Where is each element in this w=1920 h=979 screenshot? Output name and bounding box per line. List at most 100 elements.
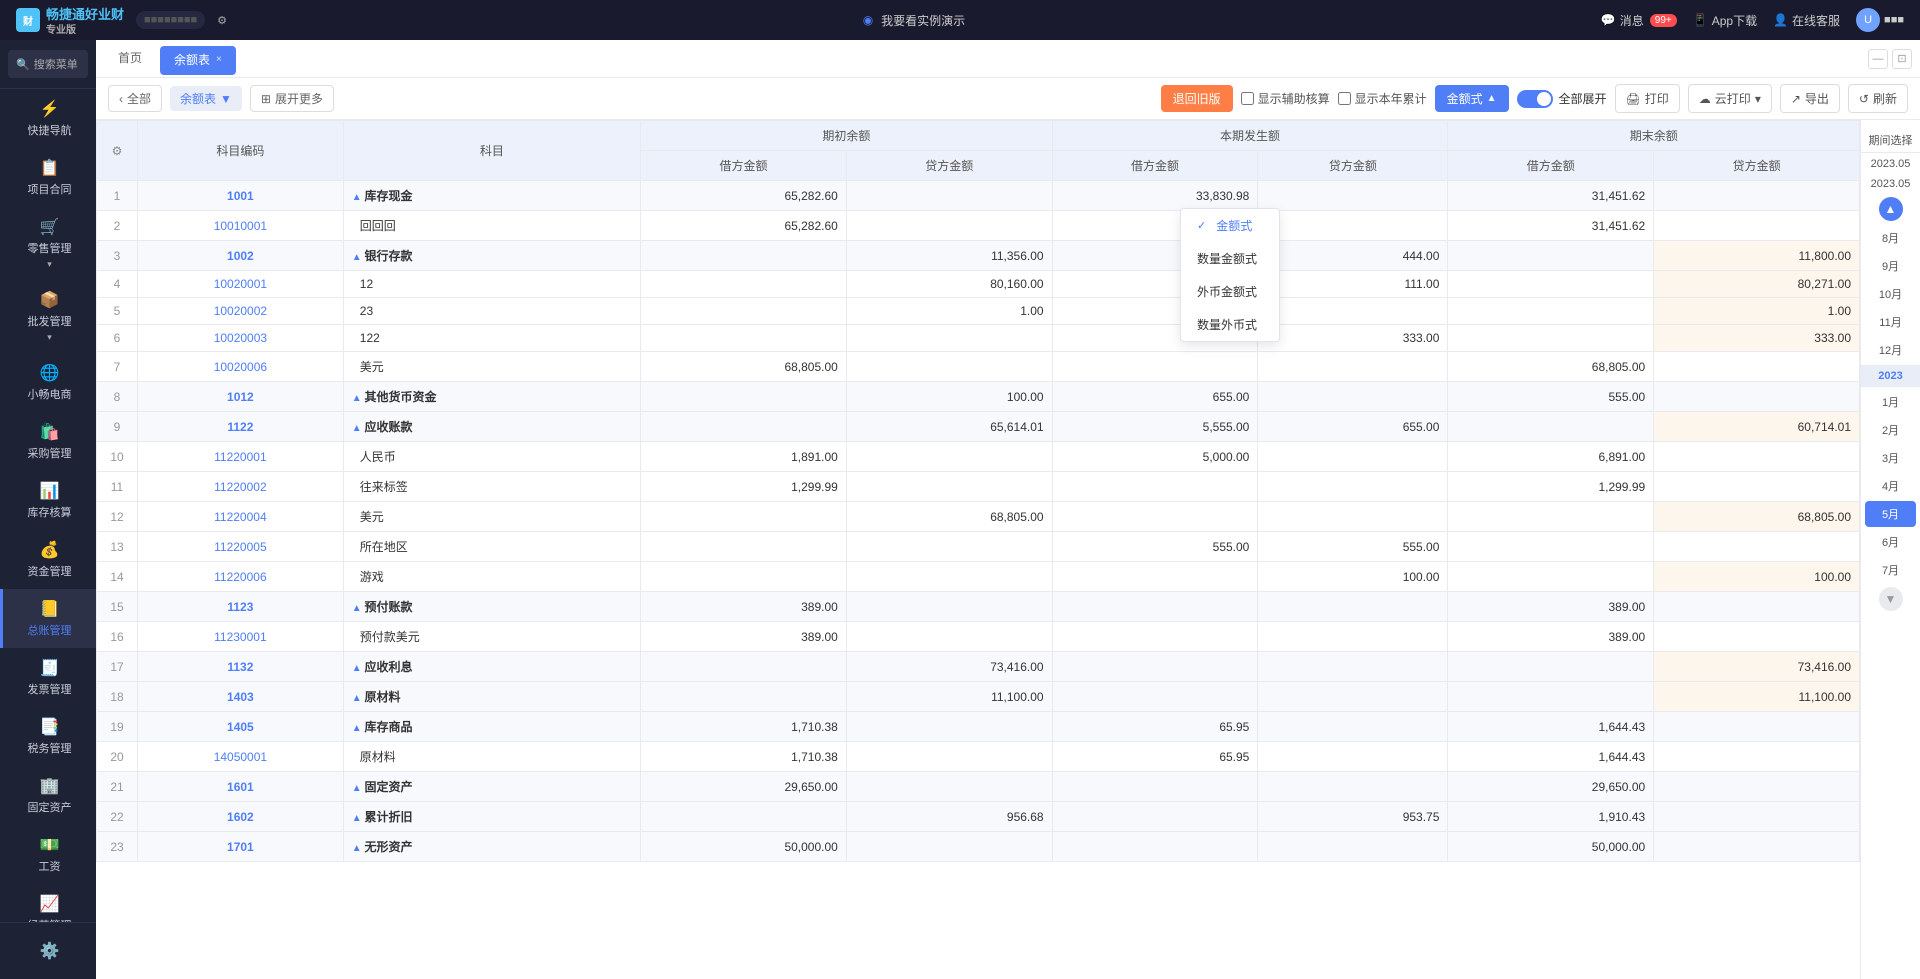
sidebar-item-project[interactable]: 📋 项目合同 — [0, 148, 96, 207]
row-name: 原材料 — [343, 742, 640, 772]
period-4[interactable]: 4月 — [1861, 473, 1920, 499]
table-row[interactable]: 4 10020001 12 80,160.00 111.00 80,271.00 — [97, 271, 1860, 298]
table-row[interactable]: 18 1403 ▲ 原材料 11,100.00 11,100.00 — [97, 682, 1860, 712]
show-auxiliary-checkbox[interactable]: 显示辅助核算 — [1241, 90, 1330, 107]
period-11[interactable]: 11月 — [1861, 309, 1920, 335]
tab-close-icon[interactable]: × — [216, 54, 222, 65]
table-row[interactable]: 13 11220005 所在地区 555.00 555.00 — [97, 532, 1860, 562]
table-row[interactable]: 16 11230001 预付款美元 389.00 389.00 — [97, 622, 1860, 652]
table-row[interactable]: 9 1122 ▲ 应收账款 65,614.01 5,555.00 655.00 … — [97, 412, 1860, 442]
tab-balance[interactable]: 余额表 × — [160, 46, 236, 75]
table-settings-icon[interactable]: ⚙ — [105, 139, 129, 163]
period-year-2023[interactable]: 2023 — [1861, 365, 1920, 387]
table-row[interactable]: 2 10010001 回回回 65,282.60 33,830.98 31,45… — [97, 211, 1860, 241]
period-6[interactable]: 6月 — [1861, 529, 1920, 555]
table-row[interactable]: 14 11220006 游戏 100.00 100.00 — [97, 562, 1860, 592]
table-row[interactable]: 8 1012 ▲ 其他货币资金 100.00 655.00 555.00 — [97, 382, 1860, 412]
print-btn[interactable]: 🖨 打印 — [1615, 84, 1680, 113]
table-row[interactable]: 5 10020002 23 1.00 1.00 — [97, 298, 1860, 325]
sidebar-item-shortcut[interactable]: ⚡ 快捷导航 — [0, 89, 96, 148]
sidebar-item-finance[interactable]: 💰 资金管理 — [0, 530, 96, 589]
row-credit-begin: 80,160.00 — [846, 271, 1052, 298]
settings-icon-top[interactable]: ⚙ — [217, 14, 227, 27]
mode-btn[interactable]: 金额式 ▲ — [1435, 85, 1509, 112]
sidebar-item-retail[interactable]: 🛒 零售管理 ▾ — [0, 207, 96, 280]
ytd-checkbox-input[interactable] — [1338, 92, 1351, 105]
table-row[interactable]: 22 1602 ▲ 累计折旧 956.68 953.75 1,910.43 — [97, 802, 1860, 832]
dropdown-item-foreign-amount[interactable]: 外币金额式 — [1181, 275, 1279, 308]
breadcrumb-back-btn[interactable]: ‹ 全部 — [108, 85, 162, 112]
row-num: 23 — [97, 832, 138, 862]
sidebar-item-inventory[interactable]: 📊 库存核算 — [0, 471, 96, 530]
sidebar-item-wholesale[interactable]: 📦 批发管理 ▾ — [0, 280, 96, 353]
row-code: 1403 — [138, 682, 344, 712]
row-debit-begin — [641, 412, 847, 442]
table-row[interactable]: 6 10020003 122 333.00 333.00 — [97, 325, 1860, 352]
table-row[interactable]: 7 10020006 美元 68,805.00 68,805.00 — [97, 352, 1860, 382]
row-debit-current — [1052, 622, 1258, 652]
sidebar-item-ledger[interactable]: 📒 总账管理 — [0, 589, 96, 648]
sidebar-item-assets[interactable]: 🏢 固定资产 — [0, 766, 96, 825]
message-btn[interactable]: 💬 消息 99+ — [1601, 12, 1677, 29]
app-download-btn[interactable]: 📱 App下载 — [1693, 12, 1757, 29]
table-row[interactable]: 3 1002 ▲ 银行存款 11,356.00 444.00 11,800.00 — [97, 241, 1860, 271]
demo-link[interactable]: ◉ 我要看实例演示 — [863, 12, 966, 29]
sidebar-item-invoice[interactable]: 🧾 发票管理 — [0, 648, 96, 707]
sidebar-item-settings[interactable]: ⚙️ — [0, 933, 96, 969]
online-service-btn[interactable]: 👤 在线客服 — [1773, 12, 1840, 29]
settings-col-header[interactable]: ⚙ — [97, 121, 138, 181]
table-row[interactable]: 12 11220004 美元 68,805.00 68,805.00 — [97, 502, 1860, 532]
refresh-icon: ↺ — [1859, 92, 1869, 106]
period-1[interactable]: 1月 — [1861, 389, 1920, 415]
period-nav-up[interactable]: ▲ — [1879, 197, 1903, 221]
dropdown-item-amount[interactable]: 金额式 — [1181, 209, 1279, 242]
search-bar[interactable]: ■■■■■■■■ — [136, 11, 205, 29]
period-9[interactable]: 9月 — [1861, 253, 1920, 279]
table-row[interactable]: 15 1123 ▲ 预付账款 389.00 389.00 — [97, 592, 1860, 622]
dropdown-item-qty-foreign[interactable]: 数量外币式 — [1181, 308, 1279, 341]
sidebar-item-tax[interactable]: 📑 税务管理 — [0, 707, 96, 766]
table-row[interactable]: 19 1405 ▲ 库存商品 1,710.38 65.95 1,644.43 — [97, 712, 1860, 742]
back-version-btn[interactable]: 退回旧版 — [1161, 85, 1233, 112]
period-10[interactable]: 10月 — [1861, 281, 1920, 307]
period-2[interactable]: 2月 — [1861, 417, 1920, 443]
table-row[interactable]: 1 1001 ▲ 库存现金 65,282.60 33,830.98 31,451… — [97, 181, 1860, 211]
period-3[interactable]: 3月 — [1861, 445, 1920, 471]
period-12[interactable]: 12月 — [1861, 337, 1920, 363]
sidebar-item-ecommerce[interactable]: 🌐 小畅电商 — [0, 353, 96, 412]
auxiliary-checkbox-input[interactable] — [1241, 92, 1254, 105]
search-menu-btn[interactable]: 🔍 搜索菜单 — [8, 50, 88, 78]
row-name: ▲ 累计折旧 — [343, 802, 640, 832]
export-btn[interactable]: ↗ 导出 — [1780, 84, 1840, 113]
credit-begin-header: 贷方金额 — [846, 151, 1052, 181]
table-row[interactable]: 10 11220001 人民币 1,891.00 5,000.00 6,891.… — [97, 442, 1860, 472]
cloud-print-btn[interactable]: ☁ 云打印 ▾ — [1688, 84, 1772, 113]
period-7[interactable]: 7月 — [1861, 557, 1920, 583]
user-avatar[interactable]: U ■■■ — [1856, 8, 1904, 32]
sidebar-item-purchase[interactable]: 🛍️ 采购管理 — [0, 412, 96, 471]
expand-more-btn[interactable]: ⊞ 展开更多 — [250, 85, 334, 112]
row-name: ▲ 其他货币资金 — [343, 382, 640, 412]
tab-ctrl-minimize[interactable]: — — [1868, 49, 1888, 69]
table-row[interactable]: 21 1601 ▲ 固定资产 29,650.00 29,650.00 — [97, 772, 1860, 802]
row-credit-end: 1.00 — [1654, 298, 1860, 325]
period-8[interactable]: 8月 — [1861, 225, 1920, 251]
show-ytd-checkbox[interactable]: 显示本年累计 — [1338, 90, 1427, 107]
table-container[interactable]: ⚙ 科目编码 科目 期初余额 本期发生额 期末余额 借方金额 贷方金额 借方金额 — [96, 120, 1860, 979]
table-row[interactable]: 23 1701 ▲ 无形资产 50,000.00 50,000.00 — [97, 832, 1860, 862]
refresh-btn[interactable]: ↺ 刷新 — [1848, 84, 1908, 113]
sidebar-item-business[interactable]: 📈 经营管理 — [0, 884, 96, 922]
tab-ctrl-maximize[interactable]: ⊡ — [1892, 49, 1912, 69]
salary-icon: 💵 — [40, 835, 60, 855]
table-row[interactable]: 17 1132 ▲ 应收利息 73,416.00 73,416.00 — [97, 652, 1860, 682]
table-row[interactable]: 11 11220002 往来标签 1,299.99 1,299.99 — [97, 472, 1860, 502]
row-credit-begin — [846, 772, 1052, 802]
sidebar-label-ecommerce: 小畅电商 — [28, 386, 72, 402]
dropdown-item-qty-amount[interactable]: 数量金额式 — [1181, 242, 1279, 275]
expand-toggle[interactable] — [1517, 90, 1553, 108]
period-5[interactable]: 5月 — [1865, 501, 1916, 527]
period-nav-down[interactable]: ▼ — [1879, 587, 1903, 611]
tab-home[interactable]: 首页 — [104, 40, 156, 77]
table-row[interactable]: 20 14050001 原材料 1,710.38 65.95 1,644.43 — [97, 742, 1860, 772]
sidebar-item-salary[interactable]: 💵 工资 — [0, 825, 96, 884]
